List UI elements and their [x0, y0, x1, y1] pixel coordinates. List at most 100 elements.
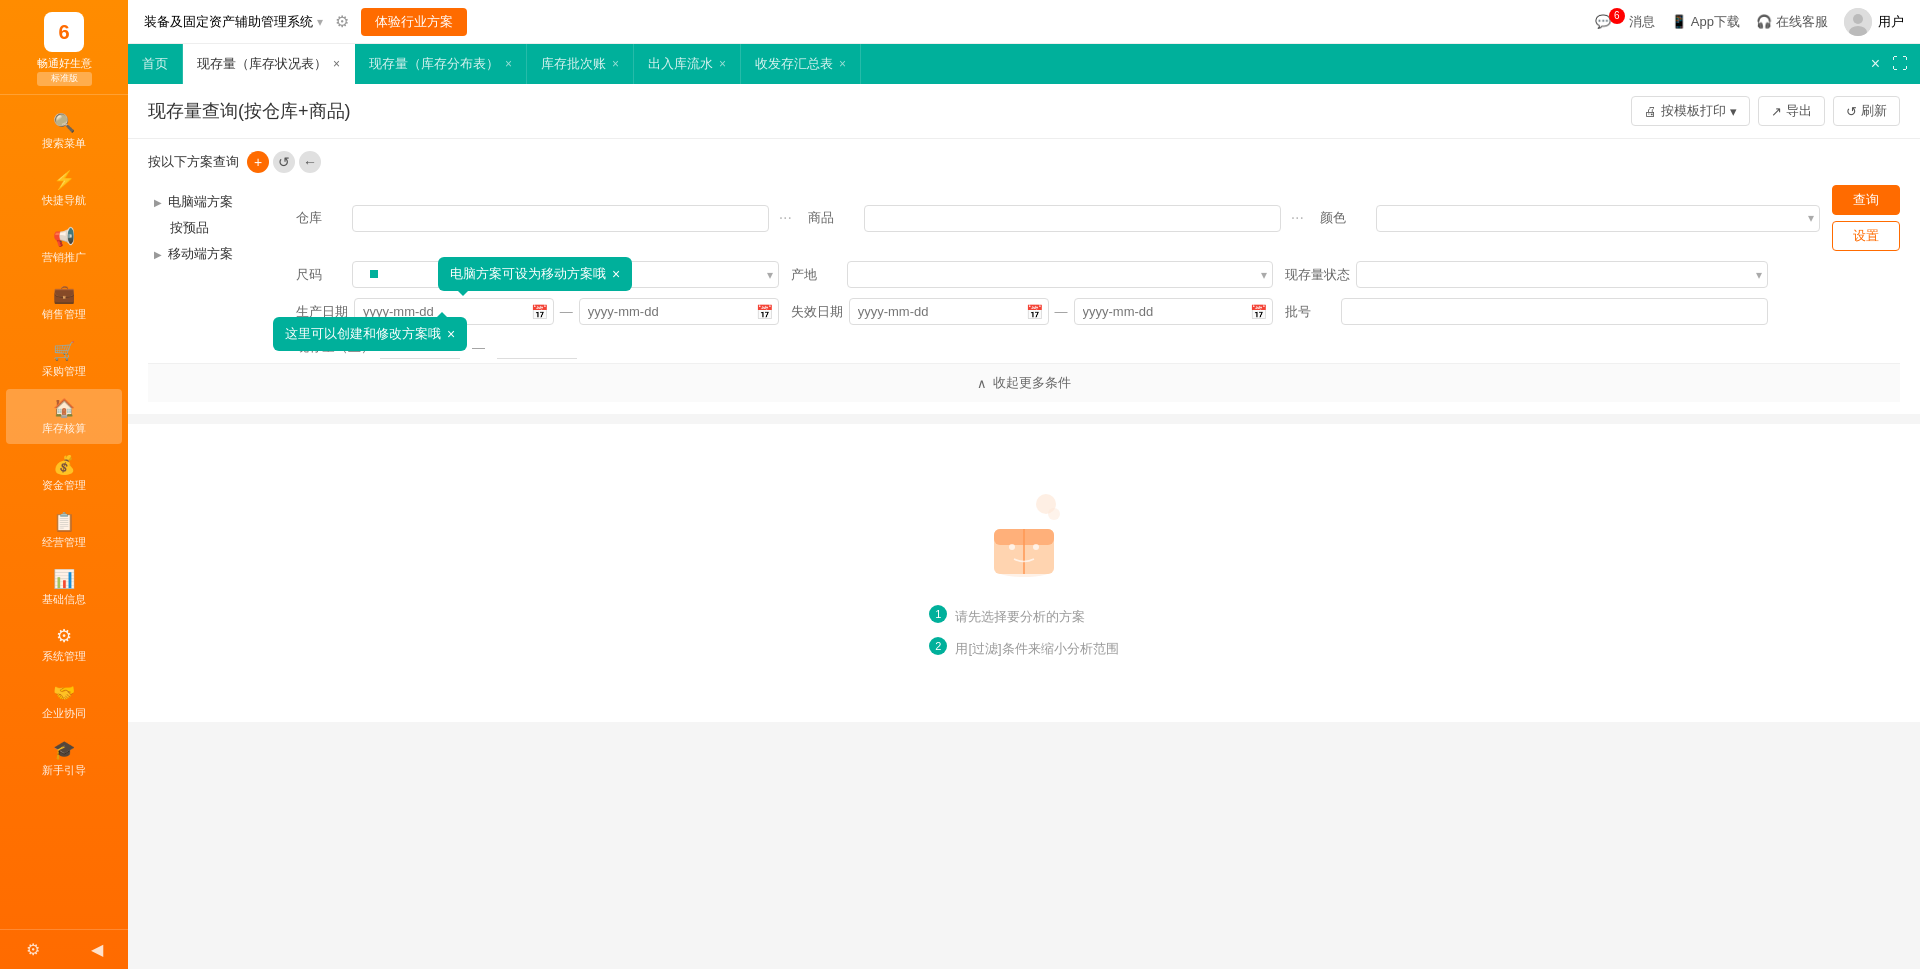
message-label: 消息: [1629, 13, 1655, 31]
tab-batch-ledger-close[interactable]: ×: [612, 57, 619, 71]
tab-home-label: 首页: [142, 55, 168, 73]
chevron-down-icon: ▾: [317, 15, 323, 29]
sidebar-item-finance[interactable]: 💰 资金管理: [6, 446, 122, 501]
tab-recv-summary[interactable]: 收发存汇总表 ×: [741, 44, 861, 84]
tab-inventory-dist[interactable]: 现存量（库存分布表） ×: [355, 44, 527, 84]
topbar-gear-icon[interactable]: ⚙: [335, 12, 349, 31]
expire-date-to[interactable]: [1074, 298, 1274, 325]
filter-area: 按以下方案查询 + ↺ ← ▶ 电脑端方案: [128, 139, 1920, 414]
svg-point-1: [1853, 14, 1863, 24]
empty-step-2: 2 用[过滤]条件来缩小分析范围: [929, 636, 1118, 662]
sales-icon: 💼: [53, 283, 75, 305]
sidebar-logo: 6 畅通好生意 标准版: [0, 0, 128, 95]
printer-icon: 🖨: [1644, 104, 1657, 119]
back-scheme-btn[interactable]: ←: [299, 151, 321, 173]
tab-inventory-status-label: 现存量（库存状况表）: [197, 55, 327, 73]
expire-date-from[interactable]: [849, 298, 1049, 325]
reset-btn[interactable]: 设置: [1832, 221, 1900, 251]
tab-batch-ledger[interactable]: 库存批次账 ×: [527, 44, 634, 84]
sidebar-item-quicknav[interactable]: ⚡ 快捷导航: [6, 161, 122, 216]
color-label: 颜色: [1320, 209, 1370, 227]
warehouse-input[interactable]: [352, 205, 769, 232]
export-btn[interactable]: ↗ 导出: [1758, 96, 1825, 126]
tab-in-out-flow-close[interactable]: ×: [719, 57, 726, 71]
main-area: 装备及固定资产辅助管理系统 ▾ ⚙ 体验行业方案 💬 6 消息 📱 App下载 …: [128, 0, 1920, 969]
tab-home[interactable]: 首页: [128, 44, 183, 84]
svg-point-10: [1033, 544, 1039, 550]
topbar-user[interactable]: 用户: [1844, 8, 1904, 36]
batch-no-input[interactable]: [1341, 298, 1768, 325]
inv-status-label: 现存量状态: [1285, 266, 1350, 284]
goods-dots[interactable]: ···: [1287, 209, 1308, 227]
add-icon: +: [254, 154, 262, 170]
guide-icon: 🎓: [53, 739, 75, 761]
tooltip-scheme: 电脑方案可设为移动方案哦 ×: [438, 257, 632, 291]
inv-status-field: 现存量状态: [1285, 261, 1768, 288]
query-reset-btns: 查询 设置: [1832, 185, 1900, 251]
app-name: 畅通好生意 标准版: [37, 56, 92, 86]
scheme-pc[interactable]: ▶ 电脑端方案: [148, 189, 278, 215]
refresh-scheme-btn[interactable]: ↺: [273, 151, 295, 173]
empty-step-1: 1 请先选择要分析的方案: [929, 604, 1118, 630]
sidebar-menu: 🔍 搜索菜单 ⚡ 快捷导航 📢 营销推广 💼 销售管理 🛒 采购管理 🏠 库存核…: [0, 95, 128, 929]
tab-inventory-dist-label: 现存量（库存分布表）: [369, 55, 499, 73]
tooltip-create-close[interactable]: ×: [447, 326, 455, 342]
scheme-pc-sub[interactable]: 按预品: [164, 215, 278, 241]
trial-btn[interactable]: 体验行业方案: [361, 8, 467, 36]
chevron-up-icon: ∧: [977, 376, 987, 391]
sidebar-item-guide[interactable]: 🎓 新手引导: [6, 731, 122, 786]
warehouse-label: 仓库: [296, 209, 346, 227]
color-field: 颜色: [1320, 205, 1820, 232]
expand-tab-icon[interactable]: ⛶: [1888, 51, 1912, 77]
collapse-filter-btn[interactable]: ∧ 收起更多条件: [148, 363, 1900, 402]
filter-header: 按以下方案查询 + ↺ ←: [148, 151, 1900, 173]
scheme-mobile[interactable]: ▶ 移动端方案: [148, 241, 278, 267]
origin-select[interactable]: [847, 261, 1274, 288]
expire-date-from-wrap: 📅: [849, 298, 1049, 325]
topbar-message[interactable]: 💬 6 消息: [1595, 13, 1655, 31]
sidebar-item-sales[interactable]: 💼 销售管理: [6, 275, 122, 330]
logo-text: 6: [58, 21, 69, 44]
operations-icon: 📋: [53, 511, 75, 533]
goods-input[interactable]: [864, 205, 1281, 232]
collapse-sidebar-icon[interactable]: ◀: [91, 940, 103, 959]
tab-recv-summary-close[interactable]: ×: [839, 57, 846, 71]
sidebar-item-operations[interactable]: 📋 经营管理: [6, 503, 122, 558]
print-dropdown-icon: ▾: [1730, 104, 1737, 119]
refresh-icon: ↺: [1846, 104, 1857, 119]
inv-qty-to[interactable]: [497, 335, 577, 359]
add-scheme-btn[interactable]: +: [247, 151, 269, 173]
tab-in-out-flow[interactable]: 出入库流水 ×: [634, 44, 741, 84]
goods-label: 商品: [808, 209, 858, 227]
query-btn[interactable]: 查询: [1832, 185, 1900, 215]
date-range-sep-2: —: [1055, 304, 1068, 319]
tooltip-scheme-close[interactable]: ×: [612, 266, 620, 282]
message-badge: 6: [1609, 8, 1625, 24]
tab-inventory-status[interactable]: 现存量（库存状况表） ×: [183, 44, 355, 84]
marketing-icon: 📢: [53, 226, 75, 248]
sidebar-item-system[interactable]: ⚙ 系统管理: [6, 617, 122, 672]
warehouse-dots[interactable]: ···: [775, 209, 796, 227]
prod-date-to[interactable]: [579, 298, 779, 325]
color-select[interactable]: [1376, 205, 1820, 232]
settings-icon[interactable]: ⚙: [26, 940, 40, 959]
close-all-tabs-icon[interactable]: ×: [1867, 51, 1884, 77]
inv-status-select[interactable]: [1356, 261, 1768, 288]
collapse-label: 收起更多条件: [993, 374, 1071, 392]
sidebar-item-system-label: 系统管理: [42, 649, 86, 664]
sidebar-item-marketing[interactable]: 📢 营销推广: [6, 218, 122, 273]
sidebar-item-search[interactable]: 🔍 搜索菜单: [6, 104, 122, 159]
refresh-btn[interactable]: ↺ 刷新: [1833, 96, 1900, 126]
sidebar-item-purchase[interactable]: 🛒 采购管理: [6, 332, 122, 387]
tab-inventory-dist-close[interactable]: ×: [505, 57, 512, 71]
tab-batch-ledger-label: 库存批次账: [541, 55, 606, 73]
scheme-panel: ▶ 电脑端方案 按预品 ▶ 移动端方案: [148, 189, 278, 267]
template-print-btn[interactable]: 🖨 按模板打印 ▾: [1631, 96, 1750, 126]
sidebar-item-enterprise[interactable]: 🤝 企业协同: [6, 674, 122, 729]
tab-inventory-status-close[interactable]: ×: [333, 57, 340, 71]
system-selector[interactable]: 装备及固定资产辅助管理系统 ▾: [144, 13, 323, 31]
sidebar-item-baseinfo[interactable]: 📊 基础信息: [6, 560, 122, 615]
sidebar-item-inventory[interactable]: 🏠 库存核算: [6, 389, 122, 444]
topbar-app-download[interactable]: 📱 App下载: [1671, 13, 1740, 31]
topbar-online-support[interactable]: 🎧 在线客服: [1756, 13, 1828, 31]
